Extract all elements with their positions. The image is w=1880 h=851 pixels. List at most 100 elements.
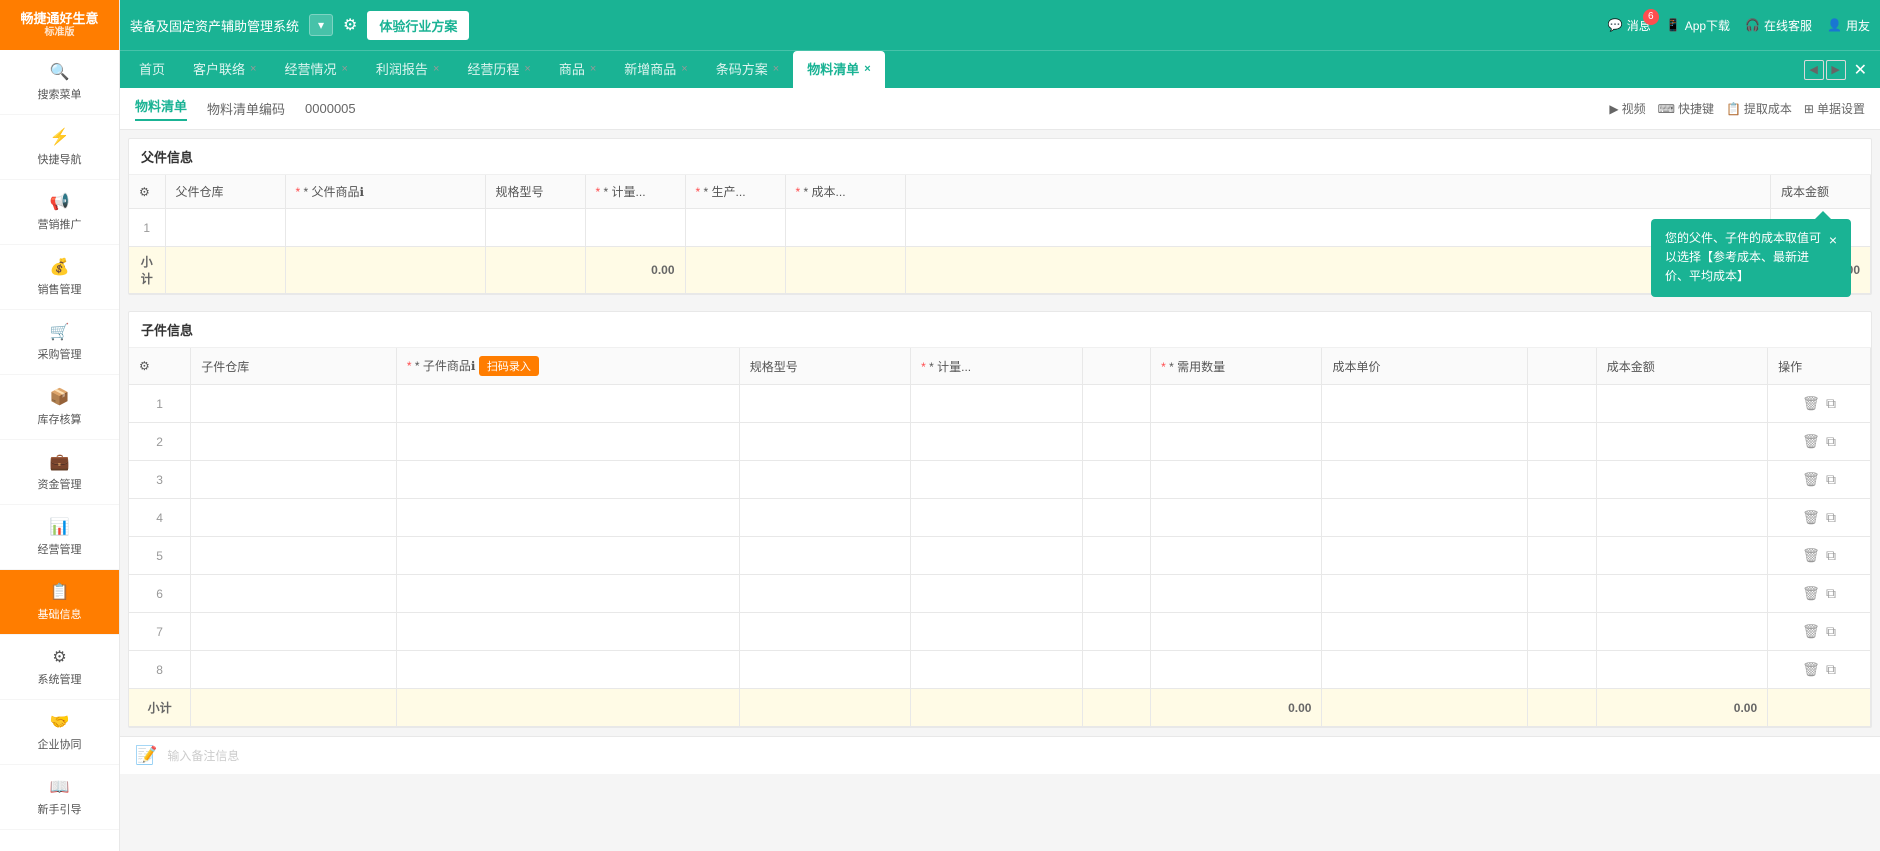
parent-cost-cell[interactable] bbox=[785, 209, 905, 247]
child-cost-price-cell[interactable] bbox=[1322, 537, 1528, 575]
sidebar-item-系统管理[interactable]: ⚙系统管理 bbox=[0, 635, 119, 700]
child-product-cell[interactable] bbox=[396, 499, 739, 537]
tab-prev[interactable]: ◀ bbox=[1804, 60, 1824, 80]
copy-icon[interactable]: ⧉ bbox=[1826, 661, 1836, 678]
delete-icon[interactable]: 🗑 bbox=[1802, 585, 1820, 602]
child-cost-price-cell[interactable] bbox=[1322, 651, 1528, 689]
delete-icon[interactable]: 🗑 bbox=[1802, 471, 1820, 488]
nav-tab-物料清单[interactable]: 物料清单 × bbox=[793, 51, 884, 88]
child-qty-cell[interactable] bbox=[1151, 537, 1322, 575]
trial-button[interactable]: 体验行业方案 bbox=[367, 11, 469, 40]
online-service-button[interactable]: 🎧 在线客服 bbox=[1745, 17, 1812, 34]
child-cost-price-cell[interactable] bbox=[1322, 423, 1528, 461]
child-spec-cell[interactable] bbox=[739, 423, 910, 461]
child-spec-cell[interactable] bbox=[739, 537, 910, 575]
sidebar-item-快捷导航[interactable]: ⚡快捷导航 bbox=[0, 115, 119, 180]
sidebar-item-采购管理[interactable]: 🛒采购管理 bbox=[0, 310, 119, 375]
child-unit-cell[interactable] bbox=[911, 537, 1082, 575]
copy-icon[interactable]: ⧉ bbox=[1826, 547, 1836, 564]
remark-placeholder[interactable]: 输入备注信息 bbox=[167, 747, 239, 764]
delete-icon[interactable]: 🗑 bbox=[1802, 661, 1820, 678]
close-all-tabs[interactable]: ✕ bbox=[1846, 60, 1875, 80]
copy-icon[interactable]: ⧉ bbox=[1826, 509, 1836, 526]
sidebar-item-经营管理[interactable]: 📊经营管理 bbox=[0, 505, 119, 570]
child-warehouse-cell[interactable] bbox=[191, 537, 397, 575]
parent-unit-cell[interactable] bbox=[585, 209, 685, 247]
child-qty-cell[interactable] bbox=[1151, 651, 1322, 689]
extract-cost-btn[interactable]: 📋 提取成本 bbox=[1726, 100, 1792, 117]
parent-production-cell[interactable] bbox=[685, 209, 785, 247]
sidebar-item-库存核算[interactable]: 📦库存核算 bbox=[0, 375, 119, 440]
sidebar-item-新手引导[interactable]: 📖新手引导 bbox=[0, 765, 119, 830]
system-dropdown[interactable]: ▾ bbox=[309, 14, 333, 36]
child-warehouse-cell[interactable] bbox=[191, 385, 397, 423]
delete-icon[interactable]: 🗑 bbox=[1802, 395, 1820, 412]
sub-tab-bill-list[interactable]: 物料清单 bbox=[135, 96, 187, 121]
nav-tab-利润报告[interactable]: 利润报告 × bbox=[362, 51, 453, 88]
copy-icon[interactable]: ⧉ bbox=[1826, 395, 1836, 412]
child-unit-cell[interactable] bbox=[911, 613, 1082, 651]
child-cost-price-cell[interactable] bbox=[1322, 613, 1528, 651]
child-unit-cell[interactable] bbox=[911, 575, 1082, 613]
child-qty-cell[interactable] bbox=[1151, 385, 1322, 423]
parent-spec-cell[interactable] bbox=[485, 209, 585, 247]
parent-col-settings[interactable]: ⚙ bbox=[129, 175, 165, 209]
child-unit-cell[interactable] bbox=[911, 385, 1082, 423]
child-product-cell[interactable] bbox=[396, 385, 739, 423]
settings-icon[interactable]: ⚙ bbox=[343, 15, 357, 35]
child-product-cell[interactable] bbox=[396, 537, 739, 575]
delete-icon[interactable]: 🗑 bbox=[1802, 509, 1820, 526]
sidebar-item-企业协同[interactable]: 🤝企业协同 bbox=[0, 700, 119, 765]
tab-next[interactable]: ▶ bbox=[1826, 60, 1846, 80]
child-unit-cell[interactable] bbox=[911, 651, 1082, 689]
child-qty-cell[interactable] bbox=[1151, 423, 1322, 461]
child-cost-price-cell[interactable] bbox=[1322, 461, 1528, 499]
sidebar-item-搜索菜单[interactable]: 🔍搜索菜单 bbox=[0, 50, 119, 115]
delete-icon[interactable]: 🗑 bbox=[1802, 547, 1820, 564]
shortcut-btn[interactable]: ⌨ 快捷键 bbox=[1658, 100, 1714, 117]
child-warehouse-cell[interactable] bbox=[191, 575, 397, 613]
sidebar-item-营销推广[interactable]: 📢营销推广 bbox=[0, 180, 119, 245]
child-cost-price-cell[interactable] bbox=[1322, 499, 1528, 537]
child-cost-price-cell[interactable] bbox=[1322, 385, 1528, 423]
video-btn[interactable]: ▶ 视频 bbox=[1609, 100, 1645, 117]
child-warehouse-cell[interactable] bbox=[191, 461, 397, 499]
child-warehouse-cell[interactable] bbox=[191, 423, 397, 461]
nav-tab-首页[interactable]: 首页 bbox=[125, 51, 179, 88]
child-product-cell[interactable] bbox=[396, 613, 739, 651]
delete-icon[interactable]: 🗑 bbox=[1802, 433, 1820, 450]
nav-tab-条码方案[interactable]: 条码方案 × bbox=[702, 51, 793, 88]
scan-input-btn[interactable]: 扫码录入 bbox=[479, 356, 539, 376]
app-download-button[interactable]: 📱 App下载 bbox=[1666, 17, 1730, 34]
parent-warehouse-cell[interactable] bbox=[165, 209, 285, 247]
child-spec-cell[interactable] bbox=[739, 461, 910, 499]
tab-close-icon[interactable]: × bbox=[773, 63, 779, 75]
message-button[interactable]: 💬 消息 6 bbox=[1608, 17, 1651, 34]
tab-close-icon[interactable]: × bbox=[524, 63, 530, 75]
tab-close-icon[interactable]: × bbox=[590, 63, 596, 75]
child-unit-cell[interactable] bbox=[911, 423, 1082, 461]
bill-settings-btn[interactable]: ⊞ 单据设置 bbox=[1804, 100, 1865, 117]
copy-icon[interactable]: ⧉ bbox=[1826, 433, 1836, 450]
child-warehouse-cell[interactable] bbox=[191, 499, 397, 537]
child-spec-cell[interactable] bbox=[739, 651, 910, 689]
child-qty-cell[interactable] bbox=[1151, 461, 1322, 499]
tab-close-icon[interactable]: × bbox=[864, 63, 870, 75]
child-product-cell[interactable] bbox=[396, 651, 739, 689]
copy-icon[interactable]: ⧉ bbox=[1826, 585, 1836, 602]
child-unit-cell[interactable] bbox=[911, 461, 1082, 499]
nav-tab-商品[interactable]: 商品 × bbox=[545, 51, 610, 88]
copy-icon[interactable]: ⧉ bbox=[1826, 623, 1836, 640]
nav-tab-新增商品[interactable]: 新增商品 × bbox=[610, 51, 701, 88]
child-qty-cell[interactable] bbox=[1151, 575, 1322, 613]
copy-icon[interactable]: ⧉ bbox=[1826, 471, 1836, 488]
tab-close-icon[interactable]: × bbox=[681, 63, 687, 75]
parent-product-cell[interactable] bbox=[285, 209, 485, 247]
child-spec-cell[interactable] bbox=[739, 575, 910, 613]
child-unit-cell[interactable] bbox=[911, 499, 1082, 537]
child-qty-cell[interactable] bbox=[1151, 499, 1322, 537]
tooltip-close-btn[interactable]: × bbox=[1829, 229, 1837, 251]
nav-tab-经营历程[interactable]: 经营历程 × bbox=[453, 51, 544, 88]
child-warehouse-cell[interactable] bbox=[191, 613, 397, 651]
child-warehouse-cell[interactable] bbox=[191, 651, 397, 689]
